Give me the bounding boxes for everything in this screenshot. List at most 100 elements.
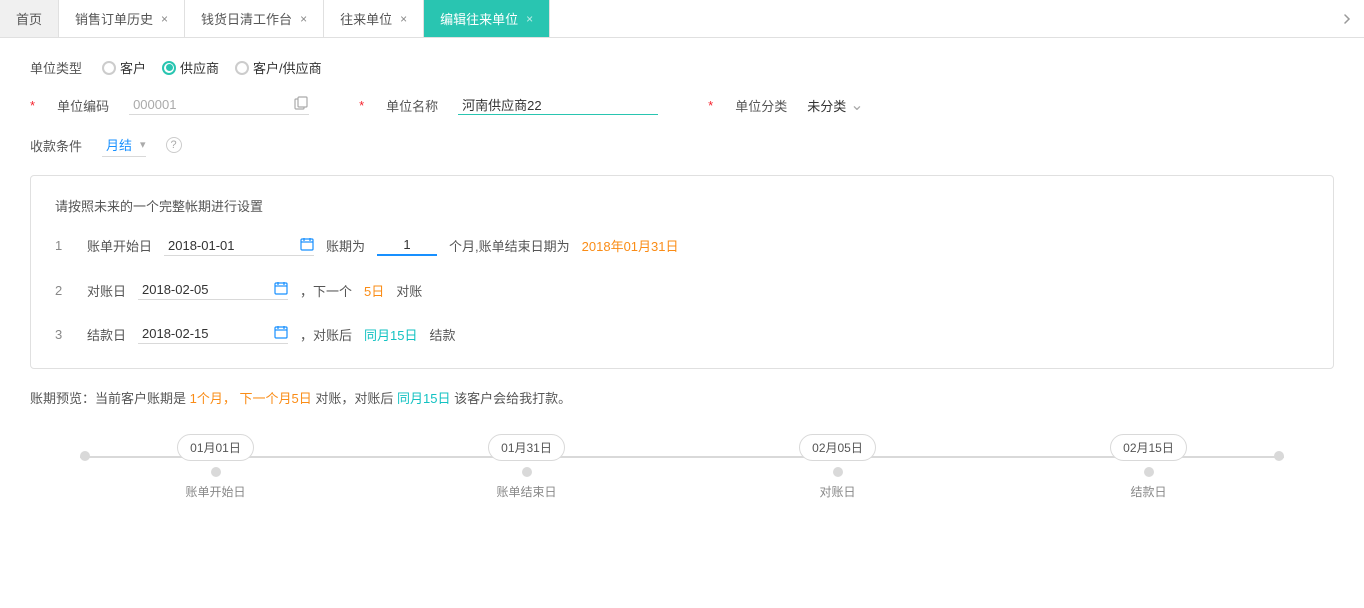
tab-cash-work-label: 钱货日清工作台	[201, 9, 292, 28]
unit-name-required: *	[359, 98, 364, 113]
payment-row: 收款条件 月结 ▾ ?	[30, 133, 1334, 157]
tab-cash-work-close[interactable]: ×	[300, 12, 307, 26]
timeline-end-dot	[1274, 451, 1284, 461]
timeline-left-dot	[80, 451, 90, 461]
tab-cash-work[interactable]: 钱货日清工作台 ×	[185, 0, 324, 37]
radio-customer-circle	[102, 61, 116, 75]
period-title: 请按照未来的一个完整帐期进行设置	[55, 196, 1309, 215]
timeline-label-3: 对账日	[819, 483, 855, 500]
period-box: 请按照未来的一个完整帐期进行设置 1 账单开始日 账期为 个月,账单结束日期为	[30, 175, 1334, 369]
unit-type-row: 单位类型 客户 供应商 客户/供应商	[30, 58, 1334, 77]
period-num-2: 2	[55, 283, 75, 298]
tab-edit-partner-close[interactable]: ×	[526, 12, 533, 26]
timeline-badge-2: 01月31日	[488, 434, 565, 461]
unit-name-input[interactable]	[458, 95, 658, 115]
timeline-dot-1	[211, 467, 221, 477]
timeline-dot-4	[1144, 467, 1154, 477]
radio-supplier-circle	[162, 61, 176, 75]
timeline-dot-2	[522, 467, 532, 477]
tab-home-label: 首页	[16, 9, 42, 28]
period-date-2-input[interactable]	[138, 280, 274, 299]
period-num-1: 1	[55, 238, 75, 253]
tab-edit-partner[interactable]: 编辑往来单位 ×	[424, 0, 550, 37]
timeline-node-2: 01月31日 账单结束日	[371, 434, 682, 500]
tab-partner[interactable]: 往来单位 ×	[324, 0, 424, 37]
unit-name-label: 单位名称	[386, 96, 438, 115]
period-highlight-2: 5日	[364, 281, 384, 300]
tab-sales-history-label: 销售订单历史	[75, 9, 153, 28]
period-label-1: 账单开始日	[87, 236, 152, 255]
period-date-2-field	[138, 280, 288, 300]
unit-classify-required: *	[708, 98, 713, 113]
copy-icon[interactable]	[293, 95, 309, 114]
payment-select[interactable]: 月结 ▾	[102, 133, 146, 157]
period-label-3: 结款日	[87, 325, 126, 344]
period-end-date-1: 2018年01月31日	[582, 236, 679, 255]
calendar-icon-3[interactable]	[274, 325, 288, 342]
unit-classify-value: 未分类	[807, 96, 846, 115]
timeline-label-2: 账单结束日	[496, 483, 556, 500]
tab-sales-history-close[interactable]: ×	[161, 12, 168, 26]
period-date-3-field	[138, 324, 288, 344]
timeline-nodes: 01月01日 账单开始日 01月31日 账单结束日 02月05日 对账日 02月…	[60, 434, 1304, 500]
period-suffix-2: 对账	[396, 281, 422, 300]
period-suffix-3: 结款	[430, 325, 456, 344]
tab-home[interactable]: 首页	[0, 0, 59, 37]
period-date-1-input[interactable]	[164, 236, 300, 255]
question-icon[interactable]: ?	[166, 137, 182, 153]
payment-value: 月结	[102, 133, 136, 156]
timeline: 01月01日 账单开始日 01月31日 账单结束日 02月05日 对账日 02月…	[30, 434, 1334, 500]
tab-sales-history[interactable]: 销售订单历史 ×	[59, 0, 185, 37]
radio-both-label: 客户/供应商	[253, 58, 322, 77]
preview-end: 该客户会给我打款。	[454, 391, 571, 406]
unit-info-row: * 单位编码 * 单位名称 * 单位分类 未分类 ⌄	[30, 95, 1334, 115]
unit-type-label: 单位类型	[30, 58, 82, 77]
radio-customer-label: 客户	[120, 58, 146, 77]
chevron-right-icon	[1342, 14, 1352, 24]
page-content: 单位类型 客户 供应商 客户/供应商 * 单位编码	[0, 38, 1364, 608]
period-suffix-pre-1: 账期为	[326, 236, 365, 255]
tab-partner-label: 往来单位	[340, 9, 392, 28]
unit-code-input[interactable]	[129, 95, 293, 114]
preview-part3: 同月15日	[397, 391, 450, 406]
period-months-input[interactable]	[377, 235, 437, 256]
payment-label: 收款条件	[30, 136, 82, 155]
radio-both-circle	[235, 61, 249, 75]
timeline-right-dot	[1274, 451, 1284, 461]
preview-text: 账期预览：当前客户账期是 1个月， 下一个月5日 对账，对账后 同月15日 该客…	[30, 389, 1334, 410]
period-num-3: 3	[55, 327, 75, 342]
period-prefix-3: ，对账后	[300, 325, 352, 344]
timeline-node-4: 02月15日 结款日	[993, 434, 1304, 500]
period-row-1: 1 账单开始日 账期为 个月,账单结束日期为 2018年01月31日	[55, 235, 1309, 256]
calendar-icon-1[interactable]	[300, 237, 314, 254]
unit-code-required: *	[30, 98, 35, 113]
unit-classify-label: 单位分类	[735, 96, 787, 115]
tab-partner-close[interactable]: ×	[400, 12, 407, 26]
unit-type-radio-group: 客户 供应商 客户/供应商	[102, 58, 322, 77]
calendar-icon-2[interactable]	[274, 281, 288, 298]
radio-supplier-label: 供应商	[180, 58, 219, 77]
timeline-node-1: 01月01日 账单开始日	[60, 434, 371, 500]
unit-code-label: 单位编码	[57, 96, 109, 115]
unit-code-field	[129, 95, 309, 115]
timeline-badge-3: 02月05日	[799, 434, 876, 461]
preview-part1: 1个月，	[190, 391, 236, 406]
timeline-start-dot	[80, 451, 90, 461]
radio-both[interactable]: 客户/供应商	[235, 58, 322, 77]
period-date-1-field	[164, 236, 314, 256]
radio-customer[interactable]: 客户	[102, 58, 146, 77]
tab-edit-partner-label: 编辑往来单位	[440, 9, 518, 28]
period-prefix-2: ，下一个	[300, 281, 352, 300]
radio-supplier[interactable]: 供应商	[162, 58, 219, 77]
timeline-node-3: 02月05日 对账日	[682, 434, 993, 500]
unit-classify-select[interactable]: 未分类 ⌄	[807, 95, 863, 115]
timeline-badge-1: 01月01日	[177, 434, 254, 461]
payment-chevron-icon: ▾	[140, 138, 146, 151]
tabs-arrow[interactable]	[1330, 0, 1364, 37]
period-row-3: 3 结款日 ，对账后 同月15日 结款	[55, 324, 1309, 344]
preview-mid: 对账，对账后	[315, 391, 393, 406]
period-row-2: 2 对账日 ，下一个 5日 对账	[55, 280, 1309, 300]
period-date-3-input[interactable]	[138, 324, 274, 343]
period-suffix-1: 个月,账单结束日期为	[449, 236, 570, 255]
preview-part2: 下一个月5日	[240, 391, 312, 406]
